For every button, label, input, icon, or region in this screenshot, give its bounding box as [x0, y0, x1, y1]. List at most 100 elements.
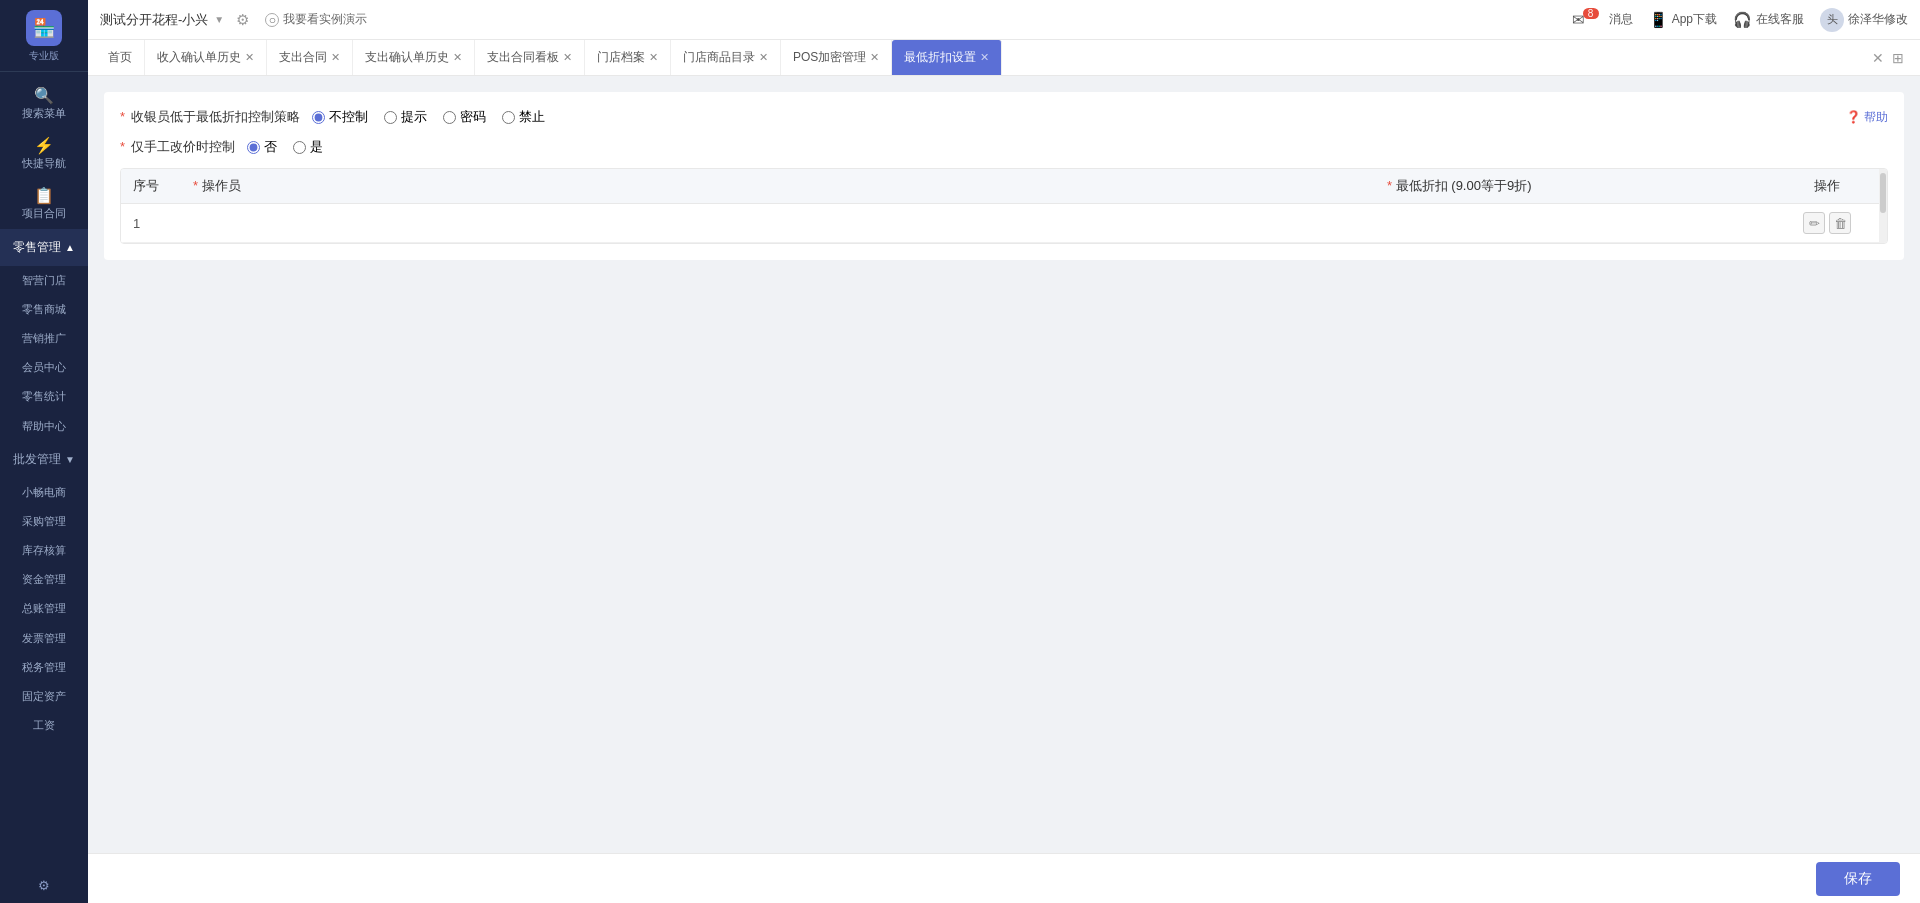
sidebar-item-marketing[interactable]: 营销推广 [0, 324, 88, 353]
project-name: 测试分开花程-小兴 [100, 11, 208, 29]
cell-action-1: ✏ 🗑 [1787, 212, 1867, 234]
sidebar-item-ecommerce[interactable]: 小畅电商 [0, 478, 88, 507]
settings-card: * 收银员低于最低折扣控制策略 不控制 提示 密码 [104, 92, 1904, 260]
tab-pos-password[interactable]: POS加密管理 ✕ [781, 40, 892, 76]
tab-close-income-history[interactable]: ✕ [245, 51, 254, 64]
sidebar-nav: 🔍 搜索菜单 ⚡ 快捷导航 📋 项目合同 零售管理 ▲ 智营门店 零售商城 营销… [0, 72, 88, 868]
tab-close-board[interactable]: ✕ [563, 51, 572, 64]
sidebar-item-invoice[interactable]: 发票管理 [0, 624, 88, 653]
sidebar-item-retail[interactable]: 零售管理 ▲ [0, 229, 88, 266]
option-forbid[interactable]: 禁止 [502, 108, 545, 126]
topbar-user[interactable]: 头 徐泽华修改 [1820, 8, 1908, 32]
sidebar-item-tax[interactable]: 税务管理 [0, 653, 88, 682]
project-icon: 📋 [34, 186, 54, 205]
tab-payment-contract[interactable]: 支出合同 ✕ [267, 40, 353, 76]
footer-bar: 保存 [88, 853, 1920, 903]
tab-income-history[interactable]: 收入确认单历史 ✕ [145, 40, 267, 76]
topbar-app-download[interactable]: 📱 App下载 [1649, 11, 1717, 29]
manual-control-row: * 仅手工改价时控制 否 是 [120, 138, 1888, 156]
sidebar-item-wholesale[interactable]: 批发管理 ▼ [0, 441, 88, 478]
save-button[interactable]: 保存 [1816, 862, 1900, 896]
tab-close-min-discount[interactable]: ✕ [980, 51, 989, 64]
retail-arrow-icon: ▲ [65, 242, 75, 253]
sidebar-item-assets[interactable]: 固定资产 [0, 682, 88, 711]
download-icon: 📱 [1649, 11, 1668, 29]
sidebar-item-project[interactable]: 📋 项目合同 [0, 178, 88, 228]
sidebar-item-retailmall[interactable]: 零售商城 [0, 295, 88, 324]
sidebar-item-finance[interactable]: 资金管理 [0, 565, 88, 594]
table-row: 1 ✏ 🗑 [121, 204, 1879, 243]
help-icon[interactable]: ❓ 帮助 [1846, 109, 1888, 126]
topbar-project-selector[interactable]: 测试分开花程-小兴 ▼ [100, 11, 224, 29]
cell-seq-1: 1 [133, 216, 193, 231]
content-area: * 收银员低于最低折扣控制策略 不控制 提示 密码 [88, 76, 1920, 853]
topbar-demo[interactable]: ○ 我要看实例演示 [265, 11, 367, 28]
manual-option-yes[interactable]: 是 [293, 138, 323, 156]
option-prompt[interactable]: 提示 [384, 108, 427, 126]
table-header: 序号 * 操作员 * 最低折扣 (9.00等于9折) 操作 [121, 169, 1879, 204]
sidebar-item-help[interactable]: 帮助中心 [0, 412, 88, 441]
col-operator: * 操作员 [193, 177, 1387, 195]
col-action: 操作 [1787, 177, 1867, 195]
quicknav-icon: ⚡ [34, 136, 54, 155]
topbar-settings-icon[interactable]: ⚙ [236, 11, 249, 29]
table-main: 序号 * 操作员 * 最低折扣 (9.00等于9折) 操作 1 [121, 169, 1879, 243]
sidebar-item-inventory[interactable]: 库存核算 [0, 536, 88, 565]
tab-close-store-archive[interactable]: ✕ [649, 51, 658, 64]
discount-control-label: * 收银员低于最低折扣控制策略 [120, 108, 300, 126]
topbar: 测试分开花程-小兴 ▼ ⚙ ○ 我要看实例演示 ✉ 8 消息 📱 App下载 🎧… [88, 0, 1920, 40]
table-scrollbar[interactable] [1879, 169, 1887, 243]
manual-control-options: 否 是 [247, 138, 323, 156]
tab-close-store-product[interactable]: ✕ [759, 51, 768, 64]
demo-circle-icon: ○ [265, 13, 279, 27]
action-edit-btn[interactable]: ✏ [1803, 212, 1825, 234]
project-chevron-icon: ▼ [214, 14, 224, 25]
manual-control-label: * 仅手工改价时控制 [120, 138, 235, 156]
topbar-right: ✉ 8 消息 📱 App下载 🎧 在线客服 头 徐泽华修改 [1572, 8, 1908, 32]
sidebar-item-search[interactable]: 🔍 搜索菜单 [0, 78, 88, 128]
option-no-control[interactable]: 不控制 [312, 108, 368, 126]
tab-close-pos[interactable]: ✕ [870, 51, 879, 64]
sidebar-logo: 🏪 专业版 [0, 0, 88, 72]
tabbar: 首页 收入确认单历史 ✕ 支出合同 ✕ 支出确认单历史 ✕ 支出合同看板 ✕ 门… [88, 40, 1920, 76]
action-delete-btn[interactable]: 🗑 [1829, 212, 1851, 234]
sidebar-item-member[interactable]: 会员中心 [0, 353, 88, 382]
user-avatar: 头 [1820, 8, 1844, 32]
topbar-messages[interactable]: ✉ 8 消息 [1572, 11, 1633, 29]
sidebar-item-retailstat[interactable]: 零售统计 [0, 382, 88, 411]
sidebar-item-ledger[interactable]: 总账管理 [0, 594, 88, 623]
service-icon: 🎧 [1733, 11, 1752, 29]
logo-text: 专业版 [29, 49, 59, 63]
tab-min-discount[interactable]: 最低折扣设置 ✕ [892, 40, 1002, 76]
tab-payment-confirm-history[interactable]: 支出确认单历史 ✕ [353, 40, 475, 76]
sidebar-item-quicknav[interactable]: ⚡ 快捷导航 [0, 128, 88, 178]
wholesale-arrow-icon: ▼ [65, 454, 75, 465]
tab-expand-icon[interactable]: ⊞ [1892, 50, 1904, 66]
sidebar-settings[interactable]: ⚙ [0, 868, 88, 903]
col-seq: 序号 [133, 177, 193, 195]
main-area: 测试分开花程-小兴 ▼ ⚙ ○ 我要看实例演示 ✉ 8 消息 📱 App下载 🎧… [88, 0, 1920, 903]
sidebar: 🏪 专业版 🔍 搜索菜单 ⚡ 快捷导航 📋 项目合同 零售管理 ▲ 智营门店 零… [0, 0, 88, 903]
logo-icon: 🏪 [26, 10, 62, 46]
col-discount: * 最低折扣 (9.00等于9折) [1387, 177, 1787, 195]
tab-home[interactable]: 首页 [96, 40, 145, 76]
manual-option-no[interactable]: 否 [247, 138, 277, 156]
discount-table: 序号 * 操作员 * 最低折扣 (9.00等于9折) 操作 1 [120, 168, 1888, 244]
search-icon: 🔍 [34, 86, 54, 105]
sidebar-item-purchase[interactable]: 采购管理 [0, 507, 88, 536]
settings-icon: ⚙ [38, 878, 50, 893]
tab-store-archive[interactable]: 门店档案 ✕ [585, 40, 671, 76]
sidebar-item-salary[interactable]: 工资 [0, 711, 88, 740]
tab-payment-contract-board[interactable]: 支出合同看板 ✕ [475, 40, 585, 76]
tab-store-product[interactable]: 门店商品目录 ✕ [671, 40, 781, 76]
option-password[interactable]: 密码 [443, 108, 486, 126]
tab-close-all-icon[interactable]: ✕ [1872, 50, 1884, 66]
sidebar-item-smartshop[interactable]: 智营门店 [0, 266, 88, 295]
discount-control-row: * 收银员低于最低折扣控制策略 不控制 提示 密码 [120, 108, 1888, 126]
topbar-online-service[interactable]: 🎧 在线客服 [1733, 11, 1804, 29]
table-scrollbar-thumb [1880, 173, 1886, 213]
tab-close-payment-confirm[interactable]: ✕ [453, 51, 462, 64]
discount-control-options: 不控制 提示 密码 禁止 [312, 108, 545, 126]
tab-close-payment-contract[interactable]: ✕ [331, 51, 340, 64]
tabbar-actions: ✕ ⊞ [1864, 50, 1912, 66]
